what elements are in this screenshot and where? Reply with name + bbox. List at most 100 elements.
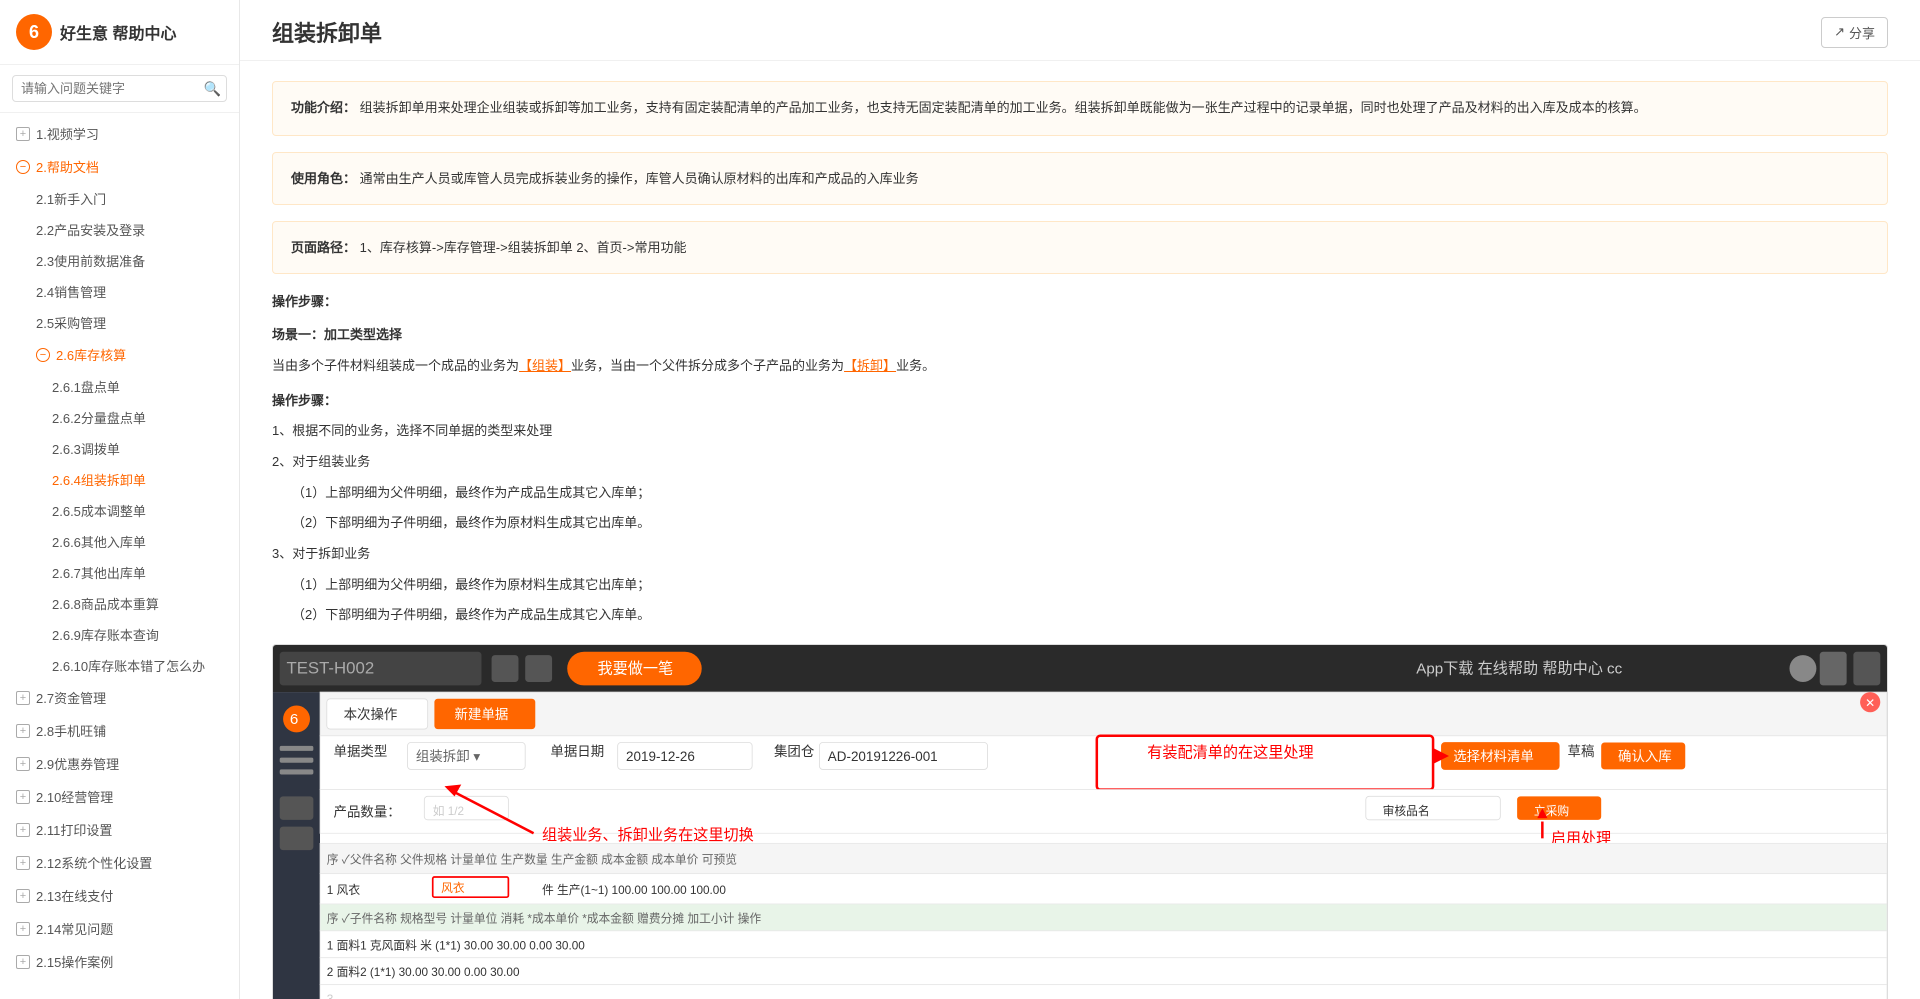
svg-text:草稿: 草稿 (1568, 744, 1595, 759)
sidebar-item-2-14[interactable]: + 2.14常见问题 (0, 912, 239, 945)
sub-item-label: 2.6.8商品成本重算 (52, 597, 159, 612)
search-input[interactable] (12, 75, 227, 102)
expand-icon-2-7: + (16, 691, 30, 705)
sidebar-sub-item-2-6-7[interactable]: 2.6.7其他出库单 (0, 557, 239, 588)
svg-text:选择材料清单: 选择材料清单 (1453, 749, 1534, 764)
svg-text:3: 3 (327, 993, 334, 999)
sidebar-sub-item-2-6-5[interactable]: 2.6.5成本调整单 (0, 495, 239, 526)
sub-item-label: 2.6.9库存账本查询 (52, 628, 159, 643)
collapse-icon-2-6: − (36, 348, 50, 362)
sidebar-sub-item-2-6-1[interactable]: 2.6.1盘点单 (0, 371, 239, 402)
sidebar-sub-item-2-6-8[interactable]: 2.6.8商品成本重算 (0, 588, 239, 619)
sidebar-sub-item-2-4[interactable]: 2.4销售管理 (0, 276, 239, 307)
sidebar-item-label: 2.15操作案例 (36, 952, 113, 971)
expand-icon-2-12: + (16, 856, 30, 870)
expand-icon-2-14: + (16, 922, 30, 936)
path-label: 页面路径： (291, 240, 356, 255)
svg-text:单据类型: 单据类型 (334, 744, 388, 759)
ops-label: 操作步骤： (272, 294, 337, 309)
nav-section: + 1.视频学习 − 2.帮助文档 2.1新手入门 2.2产品安装及登录 2.3… (0, 113, 239, 982)
main-content: 组装拆卸单 ↗ 分享 功能介绍： 组装拆卸单用来处理企业组装或拆卸等加工业务，支… (240, 0, 1920, 999)
sidebar-sub-item-2-6-3[interactable]: 2.6.3调拨单 (0, 433, 239, 464)
sidebar-sub-item-2-6-9[interactable]: 2.6.9库存账本查询 (0, 619, 239, 650)
expand-icon-2-9: + (16, 757, 30, 771)
svg-text:序 ✓父件名称 父件规格 计量单位 生产数量: 序 ✓父件名称 父件规格 计量单位 生产数量 生产金额 成本金额 成本单价 可预… (327, 853, 737, 867)
sidebar-item-docs[interactable]: − 2.帮助文档 (0, 150, 239, 183)
sidebar-item-2-6[interactable]: − 2.6库存核算 (0, 338, 239, 371)
sidebar-item-2-9[interactable]: + 2.9优惠券管理 (0, 747, 239, 780)
ops-steps-label: 操作步骤： (272, 393, 337, 408)
sidebar-sub-item-2-2[interactable]: 2.2产品安装及登录 (0, 214, 239, 245)
svg-text:确认入库: 确认入库 (1618, 749, 1672, 764)
sidebar-sub-item-2-6-6[interactable]: 2.6.6其他入库单 (0, 526, 239, 557)
sidebar-item-2-15[interactable]: + 2.15操作案例 (0, 945, 239, 978)
sidebar-item-2-13[interactable]: + 2.13在线支付 (0, 879, 239, 912)
sidebar-sub-item-2-3[interactable]: 2.3使用前数据准备 (0, 245, 239, 276)
svg-text:集团仓: 集团仓 (774, 744, 815, 759)
share-button[interactable]: ↗ 分享 (1821, 17, 1888, 48)
sub-item-label: 2.2产品安装及登录 (36, 223, 145, 238)
step3-2: （2）下部明细为子件明细，最终作为产成品生成其它入库单。 (292, 603, 1888, 628)
role-text: 通常由生产人员或库管人员完成拆装业务的操作，库管人员确认原材料的出库和产成品的入… (360, 171, 919, 186)
role-block: 使用角色： 通常由生产人员或库管人员完成拆装业务的操作，库管人员确认原材料的出库… (272, 152, 1888, 205)
sidebar-item-label: 2.6库存核算 (56, 345, 126, 364)
sub-item-label: 2.5采购管理 (36, 316, 106, 331)
ops-section: 操作步骤： 场景一：加工类型选择 当由多个子件材料组装成一个成品的业务为【组装】… (272, 290, 1888, 628)
sidebar-sub-item-2-6-10[interactable]: 2.6.10库存账本错了怎么办 (0, 650, 239, 681)
svg-text:本次操作: 本次操作 (344, 707, 398, 722)
step3-1: （1）上部明细为父件明细，最终作为原材料生成其它出库单； (292, 573, 1888, 598)
sidebar-item-label: 2.13在线支付 (36, 886, 113, 905)
svg-text:2 面料2 (1*1) 30.00 3: 2 面料2 (1*1) 30.00 30.00 0.00 30.00 (327, 965, 520, 979)
svg-text:1 风衣: 1 风衣 (327, 883, 361, 897)
svg-text:如 1/2: 如 1/2 (433, 804, 464, 818)
intro-label: 功能介绍： 组装拆卸单用来处理企业组装或拆卸等加工业务，支持有固定装配清单的产品… (291, 100, 1647, 115)
sidebar-item-label: 2.8手机旺铺 (36, 721, 106, 740)
scene1-desc: 当由多个子件材料组装成一个成品的业务为【组装】业务，当由一个父件拆分成多个子产品… (272, 358, 935, 373)
sub-item-label: 2.6.7其他出库单 (52, 566, 146, 581)
sidebar-sub-item-2-6-4[interactable]: 2.6.4组装拆卸单 (0, 464, 239, 495)
sidebar-sub-item-2-1[interactable]: 2.1新手入门 (0, 183, 239, 214)
svg-text:序 ✓子件名称 规格型号 计量单位 消耗: 序 ✓子件名称 规格型号 计量单位 消耗 *成本单价 *成本金额 赠费分摊 加工… (327, 911, 762, 925)
svg-text:2019-12-26: 2019-12-26 (626, 749, 695, 764)
sub-item-label: 2.6.6其他入库单 (52, 535, 146, 550)
sidebar-sub-item-2-5[interactable]: 2.5采购管理 (0, 307, 239, 338)
sidebar-item-2-11[interactable]: + 2.11打印设置 (0, 813, 239, 846)
step1: 1、根据不同的业务，选择不同单据的类型来处理 (272, 419, 1888, 444)
search-button[interactable]: 🔍 (204, 80, 221, 97)
expand-icon-2-10: + (16, 790, 30, 804)
sidebar: 6 好生意 帮助中心 🔍 + 1.视频学习 − 2.帮助文档 2.1新手入门 2… (0, 0, 240, 999)
svg-text:有装配清单的在这里处理: 有装配清单的在这里处理 (1147, 745, 1313, 762)
sub-item-label: 2.6.10库存账本错了怎么办 (52, 659, 205, 674)
step2-2: （2）下部明细为子件明细，最终作为原材料生成其它出库单。 (292, 511, 1888, 536)
svg-text:产品数量：: 产品数量： (334, 805, 401, 820)
sidebar-item-label: 2.14常见问题 (36, 919, 113, 938)
logo-area: 6 好生意 帮助中心 (0, 0, 239, 65)
content-body: 功能介绍： 组装拆卸单用来处理企业组装或拆卸等加工业务，支持有固定装配清单的产品… (240, 61, 1920, 999)
sidebar-item-2-7[interactable]: + 2.7资金管理 (0, 681, 239, 714)
sidebar-item-2-8[interactable]: + 2.8手机旺铺 (0, 714, 239, 747)
svg-text:我要做一笔: 我要做一笔 (597, 661, 673, 678)
svg-text:组装拆卸 ▾: 组装拆卸 ▾ (416, 749, 480, 764)
sidebar-item-videos[interactable]: + 1.视频学习 (0, 117, 239, 150)
screenshot-container: TEST-H002 我要做一笔 App下载 在线帮助 帮助中心 cc 6 (272, 644, 1888, 999)
path-text: 1、库存核算->库存管理->组装拆卸单 2、首页->常用功能 (360, 240, 687, 255)
sidebar-item-label: 2.7资金管理 (36, 688, 106, 707)
sub-item-label: 2.3使用前数据准备 (36, 254, 145, 269)
svg-text:审核品名: 审核品名 (1383, 804, 1430, 818)
sidebar-item-2-10[interactable]: + 2.10经营管理 (0, 780, 239, 813)
sidebar-item-label: 2.9优惠券管理 (36, 754, 119, 773)
svg-text:✕: ✕ (1865, 697, 1875, 710)
sidebar-item-2-12[interactable]: + 2.12系统个性化设置 (0, 846, 239, 879)
collapse-icon: − (16, 160, 30, 174)
intro-text: 组装拆卸单用来处理企业组装或拆卸等加工业务，支持有固定装配清单的产品加工业务，也… (360, 100, 1647, 115)
svg-text:AD-20191226-001: AD-20191226-001 (828, 749, 938, 764)
sidebar-item-label: 1.视频学习 (36, 124, 99, 143)
sidebar-item-label: 2.12系统个性化设置 (36, 853, 152, 872)
search-area: 🔍 (0, 65, 239, 113)
svg-text:风衣: 风衣 (441, 881, 465, 895)
role-label: 使用角色： (291, 171, 356, 186)
sidebar-sub-item-2-6-2[interactable]: 2.6.2分量盘点单 (0, 402, 239, 433)
sidebar-item-label: 2.帮助文档 (36, 157, 99, 176)
svg-text:App下载 在线帮助 帮助中心 cc: App下载 在线帮助 帮助中心 cc (1416, 661, 1622, 678)
path-block: 页面路径： 1、库存核算->库存管理->组装拆卸单 2、首页->常用功能 (272, 221, 1888, 274)
